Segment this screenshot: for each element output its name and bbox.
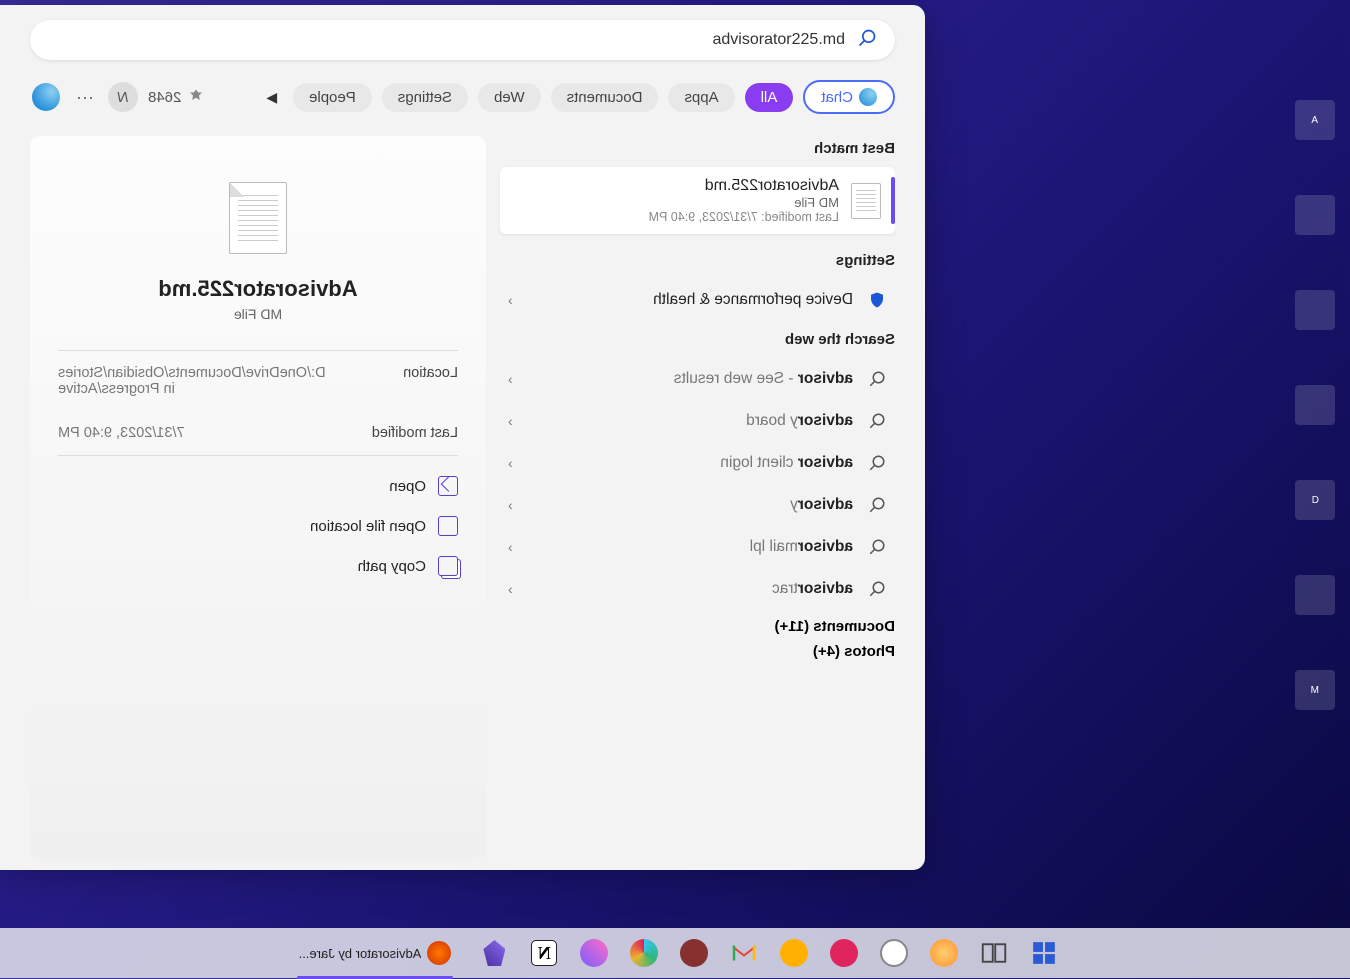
taskbar-app[interactable] (779, 938, 809, 968)
result-modified: Last modified: 7/31/2023, 9:40 PM (649, 210, 839, 224)
chevron-right-icon: › (508, 371, 513, 387)
taskview-icon[interactable] (979, 938, 1009, 968)
detail-title: Advisorator225.md (158, 276, 357, 302)
taskbar-gmail-icon[interactable] (729, 938, 759, 968)
results-column: Best match Advisorator225.md MD File Las… (500, 136, 895, 860)
tab-people[interactable]: People (293, 83, 372, 112)
desktop-icon[interactable]: A (1295, 100, 1335, 140)
brave-icon (427, 941, 451, 965)
taskbar: N Advisorator by Jare... (0, 928, 1350, 978)
web-suggestion[interactable]: advisor - See web results› (500, 358, 895, 400)
action-open-location[interactable]: Open file location (58, 506, 458, 546)
tab-documents[interactable]: Documents (551, 83, 659, 112)
settings-heading: Settings (500, 252, 895, 269)
start-button[interactable] (1029, 938, 1059, 968)
open-icon (438, 476, 458, 496)
copy-icon (438, 556, 458, 576)
chevron-right-icon: › (508, 455, 513, 471)
shield-icon (867, 290, 887, 310)
search-web-heading: Search the web (500, 331, 895, 348)
tab-settings[interactable]: Settings (382, 83, 468, 112)
taskbar-active-label: Advisorator by Jare... (299, 946, 422, 961)
taskbar-notion-icon[interactable]: N (529, 938, 559, 968)
folder-icon (438, 516, 458, 536)
bing-icon (859, 88, 877, 106)
web-suggestion[interactable]: advisory board› (500, 400, 895, 442)
photos-more[interactable]: Photos (4+) (500, 643, 895, 660)
best-match-result[interactable]: Advisorator225.md MD File Last modified:… (500, 167, 895, 234)
file-large-icon (229, 182, 287, 254)
desktop-icons: A D M (1280, 100, 1350, 710)
result-subtitle: MD File (649, 195, 839, 210)
search-icon (867, 537, 887, 557)
search-input[interactable] (48, 31, 845, 49)
taskbar-app[interactable] (929, 938, 959, 968)
search-icon (867, 411, 887, 431)
desktop-icon[interactable] (1295, 385, 1335, 425)
documents-more[interactable]: Documents (11+) (500, 618, 895, 635)
bing-button[interactable] (30, 81, 62, 113)
search-icon (867, 579, 887, 599)
chevron-right-icon: › (508, 413, 513, 429)
search-icon (867, 453, 887, 473)
web-suggestion[interactable]: advisory› (500, 484, 895, 526)
chevron-right-icon: › (508, 539, 513, 555)
selection-accent (891, 177, 895, 224)
tab-web[interactable]: Web (478, 83, 541, 112)
search-tabs: Chat All Apps Documents Web Settings Peo… (30, 76, 895, 118)
detail-pane: Advisorator225.md MD File Location D:/On… (30, 136, 486, 860)
detail-modified-row: Last modified 7/31/2023, 9:40 PM (58, 411, 458, 455)
taskbar-active-window[interactable]: Advisorator by Jare... (291, 933, 460, 973)
desktop-icon[interactable]: D (1295, 480, 1335, 520)
taskbar-slack-icon[interactable] (629, 938, 659, 968)
action-open[interactable]: Open (58, 466, 458, 506)
web-suggestion[interactable]: advisortrac› (500, 568, 895, 610)
web-suggestion[interactable]: advisor client login› (500, 442, 895, 484)
chevron-right-icon: › (508, 497, 513, 513)
desktop-icon[interactable]: M (1295, 670, 1335, 710)
tab-all[interactable]: All (745, 83, 794, 112)
search-icon (867, 495, 887, 515)
taskbar-app[interactable] (579, 938, 609, 968)
desktop-icon[interactable] (1295, 575, 1335, 615)
account-avatar[interactable]: N (108, 82, 138, 112)
search-bar (30, 20, 895, 60)
search-panel: Chat All Apps Documents Web Settings Peo… (0, 5, 925, 870)
bing-icon (32, 83, 60, 111)
detail-subtitle: MD File (234, 306, 282, 322)
tab-overflow-arrow[interactable]: ▶ (260, 89, 283, 106)
tab-apps[interactable]: Apps (668, 83, 734, 112)
detail-location-row: Location D:/OneDrive/Documents/Obsidian/… (58, 351, 458, 411)
settings-item-device-performance[interactable]: Device performance & health › (500, 279, 895, 321)
chevron-right-icon: › (508, 292, 513, 308)
result-title: Advisorator225.md (649, 177, 839, 195)
tab-chat[interactable]: Chat (803, 80, 895, 114)
action-copy-path[interactable]: Copy path (58, 546, 458, 586)
desktop-icon[interactable] (1295, 195, 1335, 235)
more-button[interactable]: ··· (72, 87, 98, 108)
best-match-heading: Best match (500, 140, 895, 157)
web-suggestion[interactable]: advisormail lpl› (500, 526, 895, 568)
taskbar-app[interactable] (879, 938, 909, 968)
rewards-points[interactable]: 2648 (148, 88, 205, 106)
taskbar-obsidian-icon[interactable] (479, 938, 509, 968)
file-icon (851, 183, 881, 219)
search-icon (867, 369, 887, 389)
chevron-right-icon: › (508, 581, 513, 597)
desktop-icon[interactable] (1295, 290, 1335, 330)
search-icon (857, 28, 877, 53)
taskbar-app[interactable] (679, 938, 709, 968)
taskbar-app[interactable] (829, 938, 859, 968)
